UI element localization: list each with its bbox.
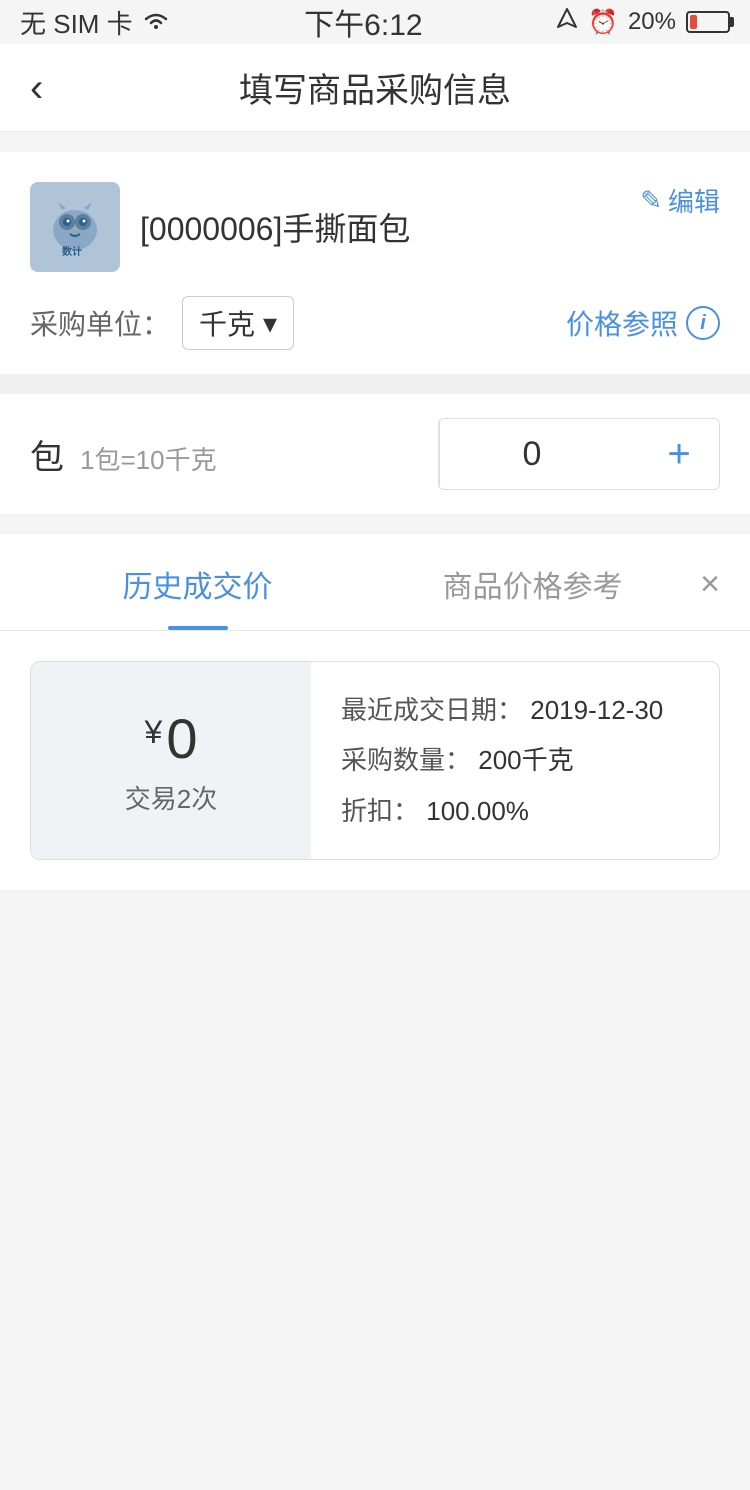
tab-close-button[interactable]: × — [700, 537, 720, 628]
edit-button[interactable]: ✎ 编辑 — [640, 182, 720, 219]
status-time: 下午6:12 — [304, 0, 422, 44]
discount-label: 折扣： — [341, 796, 419, 826]
status-left: 无 SIM 卡 — [20, 4, 171, 41]
back-button[interactable]: ‹ — [30, 68, 43, 108]
edit-label: 编辑 — [668, 182, 720, 219]
product-section: 数计 [0000006]手撕面包 ✎ 编辑 采购单位： 千克 ▾ 价格参照 i — [0, 152, 750, 374]
section-divider — [0, 374, 750, 394]
tabs-panel: 历史成交价 商品价格参考 × ¥ 0 交易2次 最近成交日期： 2019-12-… — [0, 534, 750, 890]
page-title: 填写商品采购信息 — [239, 63, 511, 112]
svg-text:数计: 数计 — [62, 245, 82, 258]
status-bar: 无 SIM 卡 下午6:12 ⏰ 20% — [0, 0, 750, 44]
battery-percent: 20% — [628, 8, 676, 36]
product-image: 数计 — [30, 182, 120, 272]
carrier-label: 无 SIM 卡 — [20, 4, 133, 41]
quantity-input[interactable] — [439, 419, 639, 489]
detail-date-row: 最近成交日期： 2019-12-30 — [341, 692, 689, 728]
detail-discount-row: 折扣： 100.00% — [341, 793, 689, 829]
nav-bar: ‹ 填写商品采购信息 — [0, 44, 750, 132]
qty-label: 采购数量： — [341, 745, 471, 775]
product-header: 数计 [0000006]手撕面包 ✎ 编辑 — [30, 182, 720, 272]
price-ref-button[interactable]: 价格参照 i — [566, 303, 720, 343]
transaction-price: ¥ 0 — [145, 706, 198, 771]
currency-symbol: ¥ — [145, 714, 163, 751]
transaction-price-panel: ¥ 0 交易2次 — [31, 662, 311, 859]
battery-icon — [686, 11, 730, 33]
transaction-count: 交易2次 — [125, 779, 217, 816]
info-icon: i — [686, 306, 720, 340]
unit-label: 采购单位： 千克 ▾ — [30, 296, 294, 350]
qty-control: + — [438, 418, 720, 490]
product-name: [0000006]手撕面包 — [140, 204, 410, 250]
status-right: ⏰ 20% — [556, 7, 730, 38]
date-value: 2019-12-30 — [530, 695, 663, 725]
detail-qty-row: 采购数量： 200千克 — [341, 742, 689, 778]
unit-label-text: 采购单位： — [30, 303, 170, 343]
transaction-card: ¥ 0 交易2次 最近成交日期： 2019-12-30 采购数量： 200千克 … — [30, 661, 720, 860]
discount-value: 100.00% — [426, 796, 529, 826]
tab-history-price[interactable]: 历史成交价 — [30, 534, 365, 630]
quantity-label: 包 1包=10千克 — [30, 430, 217, 479]
wifi-icon — [141, 7, 171, 38]
location-icon — [556, 7, 578, 38]
edit-icon: ✎ — [640, 185, 662, 216]
alarm-icon: ⏰ — [588, 8, 618, 37]
price-ref-label: 价格参照 — [566, 303, 678, 343]
product-unit-row: 采购单位： 千克 ▾ 价格参照 i — [30, 296, 720, 350]
owl-logo-icon: 数计 — [40, 192, 110, 262]
price-value: 0 — [166, 706, 197, 771]
date-label: 最近成交日期： — [341, 695, 523, 725]
qty-value: 200千克 — [478, 745, 573, 775]
unit-select-dropdown[interactable]: 千克 ▾ — [182, 296, 294, 350]
tabs-header: 历史成交价 商品价格参考 × — [0, 534, 750, 631]
unit-value: 千克 — [199, 303, 255, 343]
dropdown-arrow-icon: ▾ — [263, 307, 277, 340]
transaction-details-panel: 最近成交日期： 2019-12-30 采购数量： 200千克 折扣： 100.0… — [311, 662, 719, 859]
tab-price-ref[interactable]: 商品价格参考 — [365, 534, 700, 630]
quantity-section: 包 1包=10千克 + — [0, 394, 750, 514]
qty-unit: 包 — [30, 430, 64, 479]
tab-content: ¥ 0 交易2次 最近成交日期： 2019-12-30 采购数量： 200千克 … — [0, 631, 750, 890]
bottom-space — [0, 890, 750, 1490]
product-left: 数计 [0000006]手撕面包 — [30, 182, 410, 272]
qty-ratio: 1包=10千克 — [80, 440, 217, 477]
qty-plus-button[interactable]: + — [639, 419, 719, 489]
